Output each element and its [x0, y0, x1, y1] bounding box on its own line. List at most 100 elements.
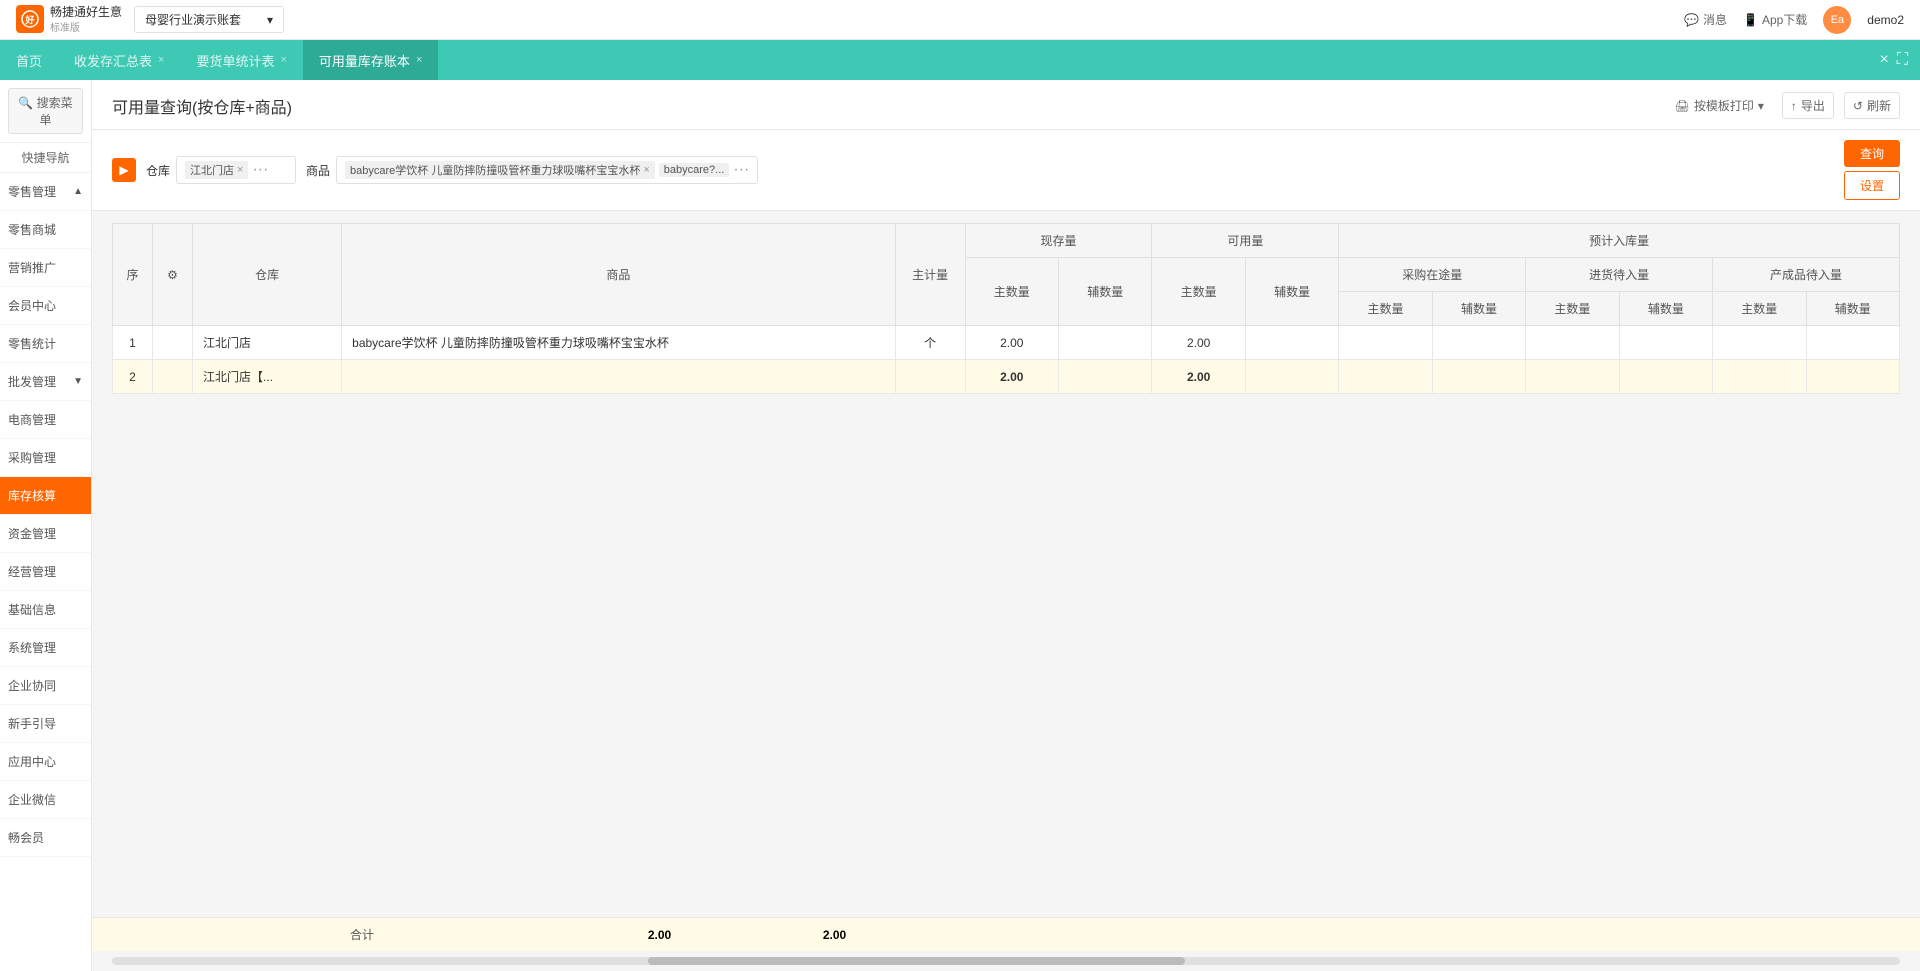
logo-icon: 好 [16, 5, 44, 33]
logo-main-text: 畅捷通好生意 [50, 5, 122, 19]
cell-row-num-2: 2 [113, 360, 153, 394]
app-icon: 📱 [1743, 13, 1758, 27]
goods-more-icon[interactable]: ··· [733, 161, 749, 179]
print-icon: 🖨 [1675, 99, 1690, 113]
tab-receipts-label: 收发存汇总表 [74, 51, 152, 70]
sidebar-item-member[interactable]: 会员中心 [0, 287, 91, 325]
sidebar-item-wechat-label: 企业微信 [8, 791, 56, 808]
content-area: 可用量查询(按仓库+商品) 🖨 按模板打印 ▾ ↑ 导出 ↺ 刷新 [92, 80, 1920, 971]
goods-tag1-close[interactable]: × [643, 164, 649, 176]
sum-label: 合计 [112, 926, 612, 943]
sidebar-item-finance[interactable]: 资金管理 [0, 515, 91, 553]
industry-selector[interactable]: 母婴行业演示账套 ▾ [134, 6, 284, 33]
goods-label: 商品 [306, 162, 330, 179]
message-button[interactable]: 💬 消息 [1684, 11, 1727, 28]
query-button[interactable]: 查询 [1844, 140, 1900, 167]
col-avail-main: 主数量 [1152, 258, 1245, 326]
refresh-button[interactable]: ↺ 刷新 [1844, 92, 1900, 119]
scrollbar-area [92, 951, 1920, 971]
sidebar-item-retail-mgmt[interactable]: 零售管理 ▲ [0, 173, 91, 211]
sidebar-item-retail-mall[interactable]: 零售商城 [0, 211, 91, 249]
sidebar-item-retail-mall-label: 零售商城 [8, 221, 56, 238]
table-row: 2 江北门店【... 2.00 2.00 [113, 360, 1900, 394]
sidebar-item-retail-stats[interactable]: 零售统计 [0, 325, 91, 363]
col-row-num: 序 [113, 224, 153, 326]
cell-unit-2 [895, 360, 965, 394]
sidebar-item-enterprise[interactable]: 企业协同 [0, 667, 91, 705]
top-bar: 好 畅捷通好生意 标准版 母婴行业演示账套 ▾ 💬 消息 📱 App下载 Ea … [0, 0, 1920, 40]
cell-avail-main-2: 2.00 [1152, 360, 1245, 394]
sidebar-item-system-label: 系统管理 [8, 639, 56, 656]
sidebar-item-retail-stats-label: 零售统计 [8, 335, 56, 352]
col-stock-main: 主数量 [965, 258, 1058, 326]
cell-settings [153, 326, 193, 360]
goods-tag1: babycare学饮杯 儿童防摔防撞吸管杯重力球吸嘴杯宝宝水杯 × [345, 161, 655, 179]
goods-filter: 商品 babycare学饮杯 儿童防摔防撞吸管杯重力球吸嘴杯宝宝水杯 × bab… [306, 156, 758, 184]
sidebar-item-newbie[interactable]: 新手引导 [0, 705, 91, 743]
export-label: 导出 [1801, 97, 1825, 114]
export-button[interactable]: ↑ 导出 [1782, 92, 1834, 119]
sidebar-item-wechat[interactable]: 企业微信 [0, 781, 91, 819]
tab-receipts-close[interactable]: × [158, 54, 164, 66]
warehouse-more-icon[interactable]: ··· [252, 161, 268, 179]
tab-home-label: 首页 [16, 51, 42, 70]
goods-input[interactable]: babycare学饮杯 儿童防摔防撞吸管杯重力球吸嘴杯宝宝水杯 × babyca… [336, 156, 758, 184]
sidebar-item-basic[interactable]: 基础信息 [0, 591, 91, 629]
page-title: 可用量查询(按仓库+商品) [112, 94, 292, 118]
scrollbar-thumb[interactable] [648, 957, 1184, 965]
sidebar-item-retail-mgmt-label: 零售管理 [8, 183, 56, 200]
sidebar-search-button[interactable]: 🔍 搜索菜单 [8, 88, 83, 134]
sidebar-item-inventory[interactable]: 库存核算 [0, 477, 91, 515]
col-settings[interactable]: ⚙ [153, 224, 193, 326]
sidebar-item-member-label: 会员中心 [8, 297, 56, 314]
print-dropdown-icon: ▾ [1758, 99, 1764, 113]
sidebar-item-marketing[interactable]: 营销推广 [0, 249, 91, 287]
warehouse-filter: 仓库 江北门店 × ··· [146, 156, 296, 184]
cell-avail-aux-2 [1245, 360, 1338, 394]
tab-orders-close[interactable]: × [280, 54, 286, 66]
sidebar-item-app-center[interactable]: 应用中心 [0, 743, 91, 781]
cell-avail-main: 2.00 [1152, 326, 1245, 360]
col-warehouse: 仓库 [193, 224, 342, 326]
horizontal-scrollbar[interactable] [112, 957, 1900, 965]
cell-purchase-aux [1432, 326, 1525, 360]
avatar-initials: Ea [1831, 14, 1844, 26]
sidebar-item-system[interactable]: 系统管理 [0, 629, 91, 667]
sidebar-item-operation[interactable]: 经营管理 [0, 553, 91, 591]
warehouse-input[interactable]: 江北门店 × ··· [176, 156, 296, 184]
cell-purchase-main [1339, 326, 1432, 360]
sidebar: 🔍 搜索菜单 快捷导航 零售管理 ▲ 零售商城 营销推广 会员中心 零售统计 批… [0, 80, 92, 971]
sidebar-item-wholesale[interactable]: 批发管理 ▼ [0, 363, 91, 401]
cell-stock-aux-2 [1059, 360, 1152, 394]
sidebar-item-purchase[interactable]: 采购管理 [0, 439, 91, 477]
tab-available-close[interactable]: × [416, 54, 422, 66]
close-all-icon[interactable]: × [1879, 51, 1888, 69]
sum-stock-main: 2.00 [612, 928, 707, 942]
settings-button[interactable]: 设置 [1844, 171, 1900, 200]
sidebar-item-ecommerce[interactable]: 电商管理 [0, 401, 91, 439]
tab-home[interactable]: 首页 [0, 40, 58, 80]
cell-row-num: 1 [113, 326, 153, 360]
goods-tag1-text: babycare学饮杯 儿童防摔防撞吸管杯重力球吸嘴杯宝宝水杯 [350, 162, 640, 178]
expand-filter-button[interactable]: ▶ [112, 158, 136, 182]
cell-stock-main-2: 2.00 [965, 360, 1058, 394]
tab-orders[interactable]: 要货单统计表 × [180, 40, 302, 80]
warehouse-tag-close[interactable]: × [237, 164, 243, 176]
avatar[interactable]: Ea [1823, 6, 1851, 34]
print-button[interactable]: 🖨 按模板打印 ▾ [1667, 93, 1772, 118]
warehouse-label: 仓库 [146, 162, 170, 179]
sidebar-item-wholesale-label: 批发管理 [8, 373, 56, 390]
sidebar-item-finance-label: 资金管理 [8, 525, 56, 542]
sidebar-item-purchase-label: 采购管理 [8, 449, 56, 466]
tab-receipts[interactable]: 收发存汇总表 × [58, 40, 180, 80]
search-label: 搜索菜单 [37, 96, 73, 127]
expand-icon: ▲ [73, 186, 83, 197]
tab-available[interactable]: 可用量库存账本 × [303, 40, 438, 80]
refresh-label: 刷新 [1867, 97, 1891, 114]
cell-goods-2 [342, 360, 895, 394]
sidebar-nav-button[interactable]: 快捷导航 [0, 143, 91, 173]
sidebar-item-vip[interactable]: 畅会员 [0, 819, 91, 857]
app-download-button[interactable]: 📱 App下载 [1743, 11, 1807, 28]
fullscreen-icon[interactable]: ⛶ [1897, 51, 1908, 69]
logo-text-area: 畅捷通好生意 标准版 [50, 5, 122, 34]
